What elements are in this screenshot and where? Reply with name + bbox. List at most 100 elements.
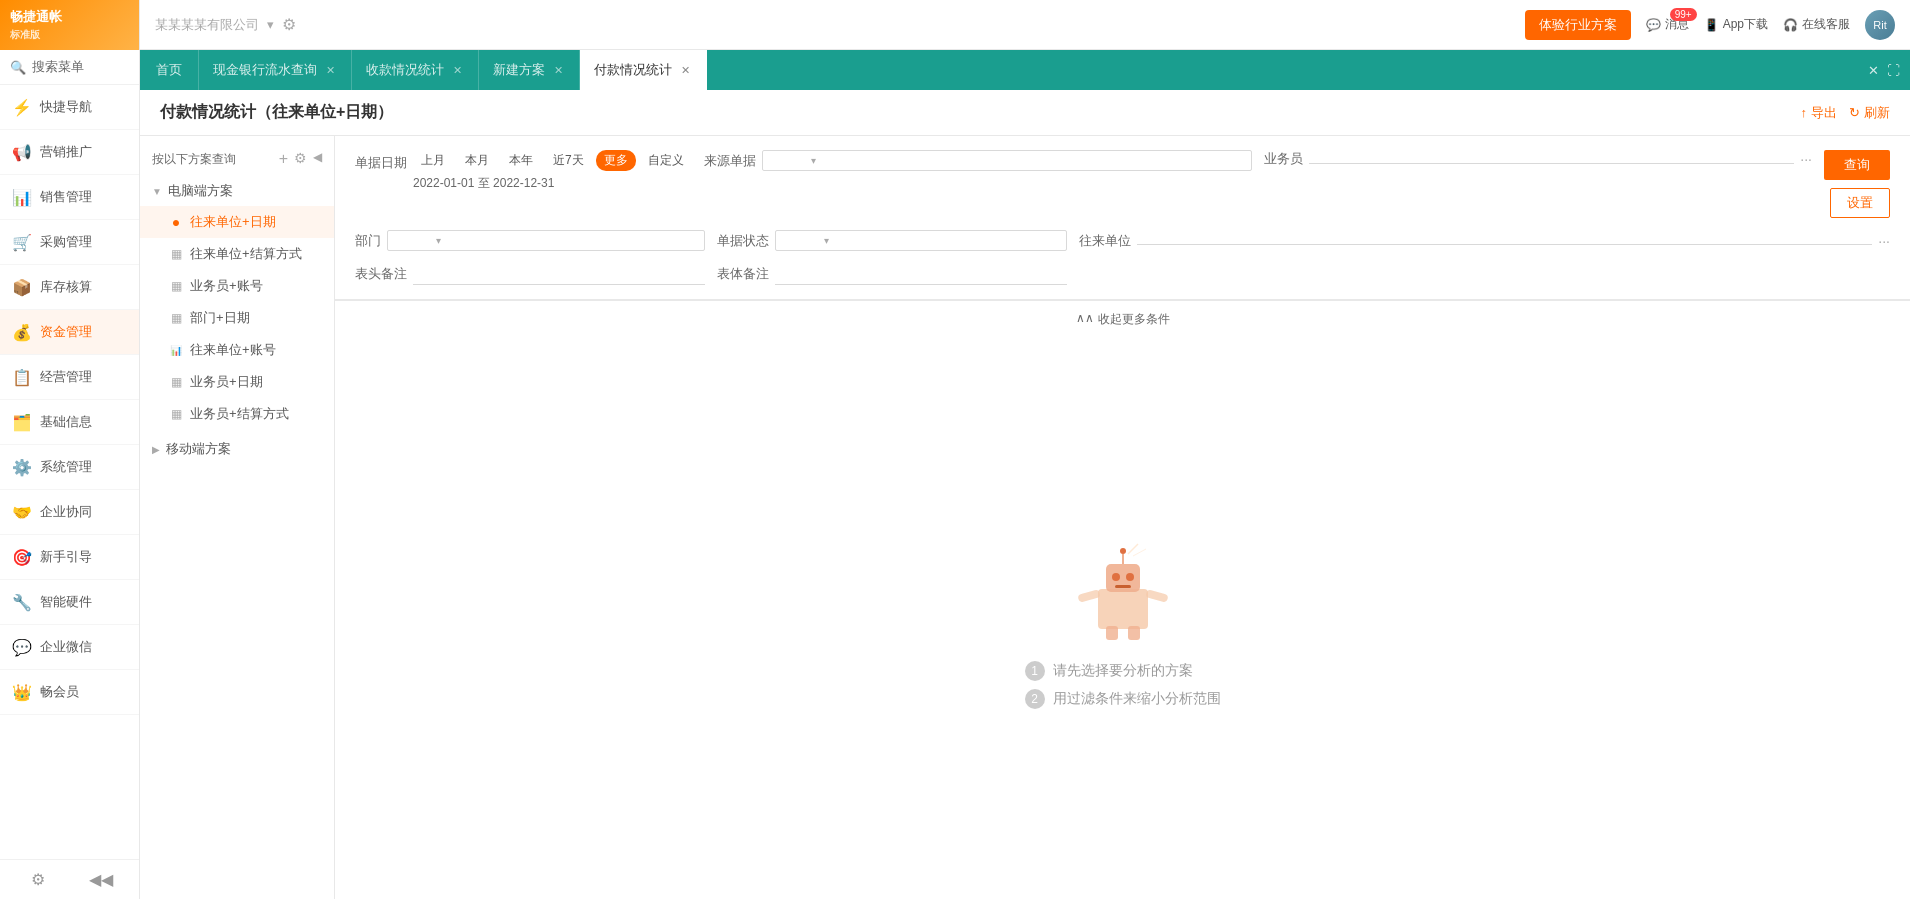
unit-dots[interactable]: ··· <box>1878 233 1890 249</box>
dept-select[interactable]: ▾ <box>387 230 705 251</box>
panel-item-staff-date[interactable]: ▦ 业务员+日期 <box>140 366 334 398</box>
page-header: 付款情况统计（往来单位+日期） ↑ 导出 ↻ 刷新 <box>140 90 1910 136</box>
sidebar-footer: ⚙ ◀◀ <box>0 859 139 899</box>
refresh-btn[interactable]: ↻ 刷新 <box>1849 104 1890 122</box>
tab-payment-stats[interactable]: 付款情况统计 ✕ <box>580 50 707 90</box>
panel-header: 按以下方案查询 + ⚙ ◀ <box>140 146 334 176</box>
inventory-icon: 📦 <box>12 277 32 297</box>
settings-btn[interactable]: 设置 <box>1830 188 1890 218</box>
export-btn[interactable]: ↑ 导出 <box>1801 104 1838 122</box>
status-select[interactable]: ▾ <box>775 230 1067 251</box>
sidebar-item-quick-nav[interactable]: ⚡ 快捷导航 <box>0 85 139 130</box>
sidebar-item-enterprise[interactable]: 🤝 企业协同 <box>0 490 139 535</box>
tab-bar: 首页 现金银行流水查询 ✕ 收款情况统计 ✕ 新建方案 ✕ 付款情况统计 ✕ ✕… <box>140 50 1910 90</box>
date-range-text: 2022-01-01 至 2022-12-31 <box>413 175 692 192</box>
avatar[interactable]: Rit <box>1865 10 1895 40</box>
panel-section-mobile-header[interactable]: ▶ 移动端方案 <box>140 434 334 464</box>
sidebar-item-guide[interactable]: 🎯 新手引导 <box>0 535 139 580</box>
unit-settlement-icon: ▦ <box>168 246 184 262</box>
panel-settings-btn[interactable]: ⚙ <box>294 150 307 168</box>
panel-item-staff-account[interactable]: ▦ 业务员+账号 <box>140 270 334 302</box>
sidebar-item-weixin[interactable]: 💬 企业微信 <box>0 625 139 670</box>
industry-btn[interactable]: 体验行业方案 <box>1525 10 1631 40</box>
online-service-btn[interactable]: 🎧 在线客服 <box>1783 16 1850 33</box>
messages-icon: 💬 <box>1646 18 1661 32</box>
app-download-btn[interactable]: 📱 App下载 <box>1704 16 1768 33</box>
panel-item-label: 业务员+账号 <box>190 277 263 295</box>
marketing-icon: 📢 <box>12 142 32 162</box>
sidebar-item-inventory[interactable]: 📦 库存核算 <box>0 265 139 310</box>
messages-btn[interactable]: 💬 消息 99+ <box>1646 16 1689 33</box>
svg-rect-4 <box>1115 585 1131 588</box>
sidebar-header: 畅捷通帐 标准版 <box>0 0 139 50</box>
sidebar-item-capital[interactable]: 💰 资金管理 <box>0 310 139 355</box>
dept-dropdown-icon: ▾ <box>436 235 441 246</box>
tab-receipt-stats-close[interactable]: ✕ <box>450 63 464 77</box>
collapse-btn[interactable]: ∧∧ 收起更多条件 <box>335 300 1910 338</box>
page-area: 付款情况统计（往来单位+日期） ↑ 导出 ↻ 刷新 按 <box>140 90 1910 899</box>
sidebar-item-sales[interactable]: 📊 销售管理 <box>0 175 139 220</box>
source-select[interactable]: ▾ <box>762 150 1252 171</box>
tab-bank-flow-close[interactable]: ✕ <box>323 63 337 77</box>
panel-item-unit-account[interactable]: 📊 往来单位+账号 <box>140 334 334 366</box>
sidebar-item-basic-info[interactable]: 🗂️ 基础信息 <box>0 400 139 445</box>
tip-text-2: 用过滤条件来缩小分析范围 <box>1053 690 1221 708</box>
header-note-label: 表头备注 <box>355 265 407 283</box>
tab-home[interactable]: 首页 <box>140 50 199 90</box>
sidebar-item-system[interactable]: ⚙️ 系统管理 <box>0 445 139 490</box>
header-note-input[interactable] <box>413 263 705 285</box>
enterprise-icon: 🤝 <box>12 502 32 522</box>
panel-item-unit-date[interactable]: ● 往来单位+日期 <box>140 206 334 238</box>
empty-state: 1 请先选择要分析的方案 2 用过滤条件来缩小分析范围 <box>335 338 1910 899</box>
search-icon: 🔍 <box>10 60 26 75</box>
sidebar-item-operation[interactable]: 📋 经营管理 <box>0 355 139 400</box>
content-area: 按以下方案查询 + ⚙ ◀ ▼ 电脑端方案 <box>140 136 1910 899</box>
close-all-icon[interactable]: ✕ <box>1868 63 1879 78</box>
panel-section-desktop-header[interactable]: ▼ 电脑端方案 <box>140 176 334 206</box>
sidebar-item-label: 营销推广 <box>40 143 92 161</box>
sidebar-item-label: 系统管理 <box>40 458 92 476</box>
svg-rect-9 <box>1106 626 1118 640</box>
capital-icon: 💰 <box>12 322 32 342</box>
date-btn-last-month[interactable]: 上月 <box>413 150 453 171</box>
panel-item-dept-date[interactable]: ▦ 部门+日期 <box>140 302 334 334</box>
top-bar: 某某某某有限公司 ▾ ⚙ 体验行业方案 💬 消息 99+ 📱 App下载 🎧 在… <box>140 0 1910 50</box>
date-btn-custom[interactable]: 自定义 <box>640 150 692 171</box>
date-btn-this-year[interactable]: 本年 <box>501 150 541 171</box>
search-menu-item[interactable]: 🔍 搜索菜单 <box>0 50 139 85</box>
fullscreen-icon[interactable]: ⛶ <box>1887 63 1900 78</box>
sidebar-item-member[interactable]: 👑 畅会员 <box>0 670 139 715</box>
sidebar-item-purchase[interactable]: 🛒 采购管理 <box>0 220 139 265</box>
tip-number-2: 2 <box>1025 689 1045 709</box>
tab-payment-stats-close[interactable]: ✕ <box>678 63 692 77</box>
empty-tips: 1 请先选择要分析的方案 2 用过滤条件来缩小分析范围 <box>1025 661 1221 709</box>
body-note-label: 表体备注 <box>717 265 769 283</box>
status-label: 单据状态 <box>717 232 769 250</box>
tab-new-plan-close[interactable]: ✕ <box>551 63 565 77</box>
tab-bank-flow[interactable]: 现金银行流水查询 ✕ <box>199 50 352 90</box>
tab-bar-actions: ✕ ⛶ <box>1858 50 1910 90</box>
date-btn-more[interactable]: 更多 <box>596 150 636 171</box>
dropdown-arrow-icon[interactable]: ▾ <box>267 17 274 32</box>
panel-collapse-btn[interactable]: ◀ <box>313 150 322 168</box>
footer-collapse-btn[interactable]: ◀◀ <box>74 870 130 889</box>
footer-settings-btn[interactable]: ⚙ <box>10 870 66 889</box>
tab-receipt-stats[interactable]: 收款情况统计 ✕ <box>352 50 479 90</box>
body-note-input[interactable] <box>775 263 1067 285</box>
query-btn[interactable]: 查询 <box>1824 150 1890 180</box>
date-btn-7days[interactable]: 近7天 <box>545 150 592 171</box>
refresh-icon: ↻ <box>1849 105 1860 120</box>
staff-dots[interactable]: ··· <box>1800 151 1812 167</box>
panel-item-unit-settlement[interactable]: ▦ 往来单位+结算方式 <box>140 238 334 270</box>
collapse-label: 收起更多条件 <box>1098 311 1170 328</box>
date-btn-this-month[interactable]: 本月 <box>457 150 497 171</box>
settings-icon[interactable]: ⚙ <box>282 15 296 34</box>
sidebar-item-hardware[interactable]: 🔧 智能硬件 <box>0 580 139 625</box>
sidebar-item-marketing[interactable]: 📢 营销推广 <box>0 130 139 175</box>
member-icon: 👑 <box>12 682 32 702</box>
panel-item-label: 往来单位+账号 <box>190 341 276 359</box>
tab-new-plan[interactable]: 新建方案 ✕ <box>479 50 580 90</box>
panel-item-staff-settlement[interactable]: ▦ 业务员+结算方式 <box>140 398 334 430</box>
panel-item-label: 往来单位+结算方式 <box>190 245 302 263</box>
panel-add-btn[interactable]: + <box>279 150 288 168</box>
